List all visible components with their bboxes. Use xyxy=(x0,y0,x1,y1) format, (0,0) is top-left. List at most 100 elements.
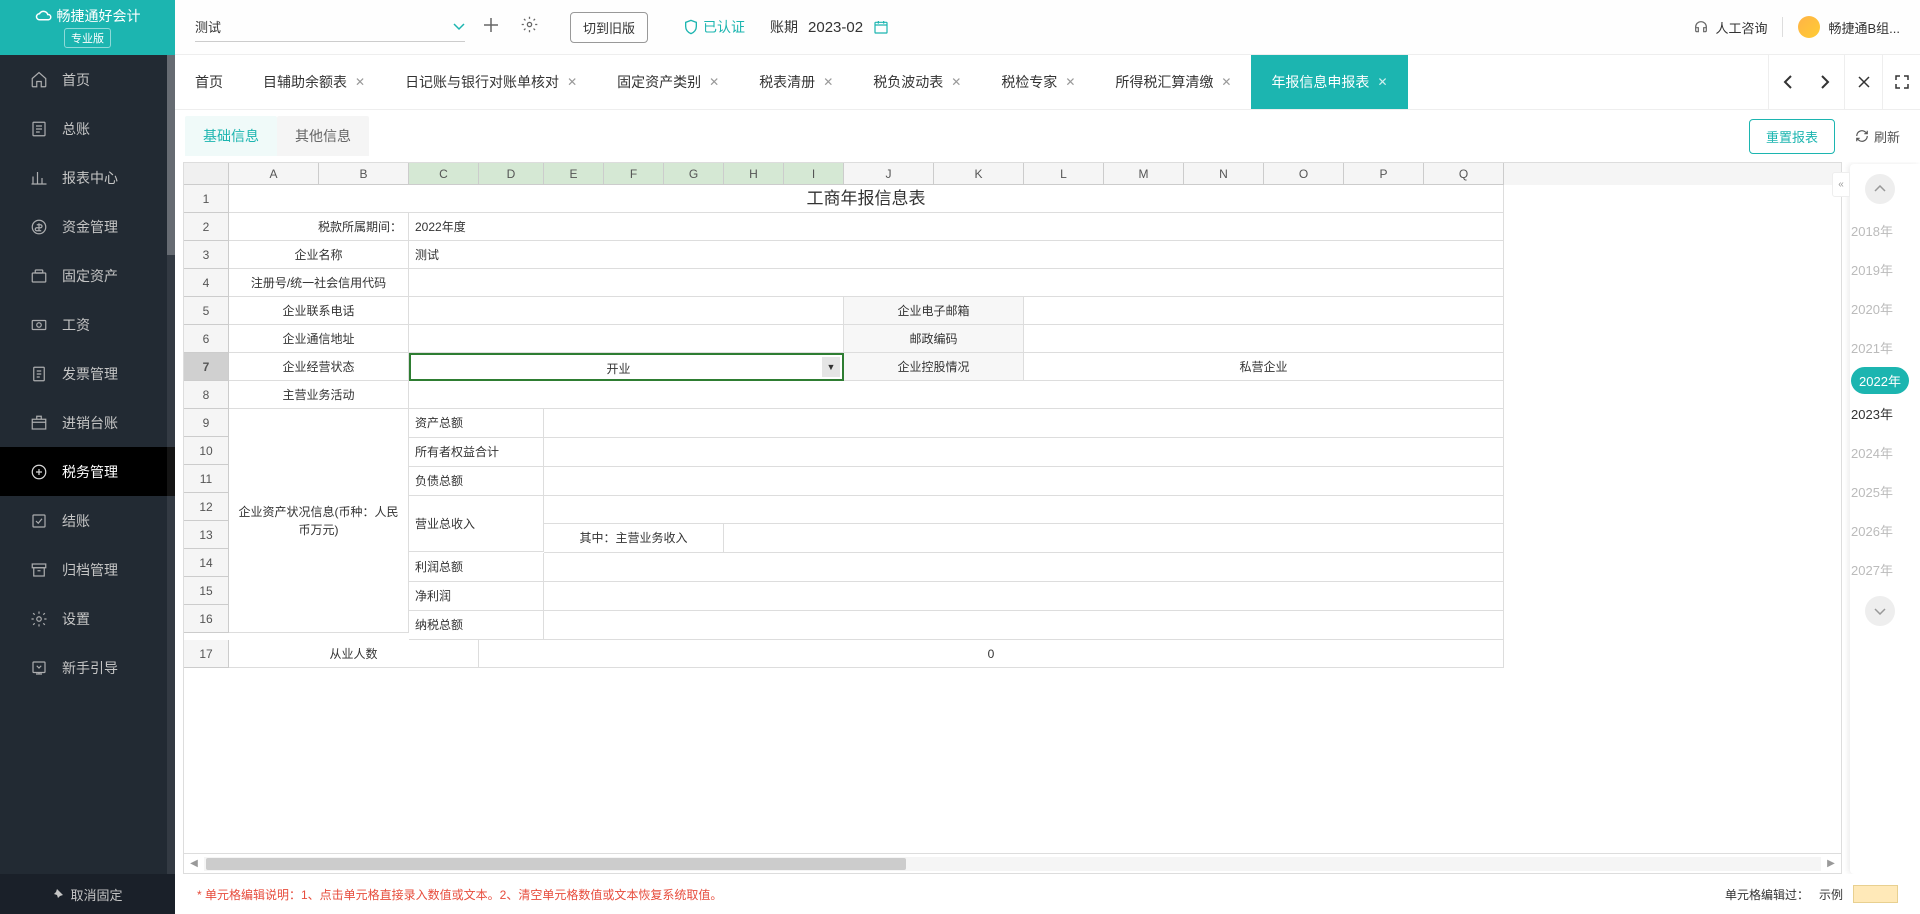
subtab-other[interactable]: 其他信息 xyxy=(277,116,369,156)
org-selector[interactable]: 测试 xyxy=(195,12,465,42)
close-icon[interactable]: ✕ xyxy=(567,75,577,89)
tab-5[interactable]: 税负波动表✕ xyxy=(853,55,981,109)
row-header-17[interactable]: 17 xyxy=(184,640,229,668)
tab-0[interactable]: 首页 xyxy=(175,55,243,109)
close-icon[interactable]: ✕ xyxy=(709,75,719,89)
close-icon[interactable]: ✕ xyxy=(951,75,961,89)
year-2027年[interactable]: 2027年 xyxy=(1851,550,1909,589)
col-header-K[interactable]: K xyxy=(934,163,1024,185)
main-biz-value[interactable] xyxy=(409,381,1504,409)
add-icon[interactable] xyxy=(483,17,499,38)
year-2019年[interactable]: 2019年 xyxy=(1851,250,1909,289)
sidebar-item-home[interactable]: 首页 xyxy=(0,55,175,104)
col-header-B[interactable]: B xyxy=(319,163,409,185)
year-2021年[interactable]: 2021年 xyxy=(1851,328,1909,367)
dropdown-icon[interactable]: ▼ xyxy=(822,357,840,377)
row-header-5[interactable]: 5 xyxy=(184,297,229,325)
tabs-prev[interactable] xyxy=(1768,55,1806,109)
status-value[interactable]: 开业▼ xyxy=(409,353,844,381)
equity-value[interactable] xyxy=(544,438,1504,467)
col-header-F[interactable]: F xyxy=(604,163,664,185)
sidebar-item-close[interactable]: 结账 xyxy=(0,496,175,545)
user-menu[interactable]: 畅捷通B组... xyxy=(1798,16,1900,38)
calendar-icon[interactable] xyxy=(873,19,889,35)
sidebar-scrollbar[interactable] xyxy=(167,55,175,914)
hscroll-left[interactable]: ◀ xyxy=(184,858,204,869)
year-down[interactable] xyxy=(1865,596,1895,626)
year-2024年[interactable]: 2024年 xyxy=(1851,433,1909,472)
gear-icon[interactable] xyxy=(521,16,538,38)
row-header-8[interactable]: 8 xyxy=(184,381,229,409)
col-header-A[interactable]: A xyxy=(229,163,319,185)
sheet-body[interactable]: 1工商年报信息表2税款所属期间：2022年度3企业名称测试4注册号/统一社会信用… xyxy=(184,185,1841,853)
company-name-value[interactable]: 测试 xyxy=(409,241,1504,269)
sidebar-item-tax[interactable]: 税务管理 xyxy=(0,447,175,496)
tab-7[interactable]: 所得税汇算清缴✕ xyxy=(1095,55,1251,109)
tax-value[interactable] xyxy=(544,611,1504,640)
subtab-basic[interactable]: 基础信息 xyxy=(185,116,277,156)
tab-2[interactable]: 日记账与银行对账单核对✕ xyxy=(385,55,597,109)
col-header-I[interactable]: I xyxy=(784,163,844,185)
profit-value[interactable] xyxy=(544,553,1504,582)
sidebar-item-invoice[interactable]: 发票管理 xyxy=(0,349,175,398)
hscroll[interactable]: ◀ ▶ xyxy=(184,853,1841,873)
col-header-L[interactable]: L xyxy=(1024,163,1104,185)
sidebar-item-inventory[interactable]: 进销台账 xyxy=(0,398,175,447)
col-header-E[interactable]: E xyxy=(544,163,604,185)
refresh-button[interactable]: 刷新 xyxy=(1855,127,1900,146)
year-2025年[interactable]: 2025年 xyxy=(1851,472,1909,511)
sidebar-item-ledger[interactable]: 总账 xyxy=(0,104,175,153)
close-icon[interactable]: ✕ xyxy=(1221,75,1231,89)
tabs-next[interactable] xyxy=(1806,55,1844,109)
row-header-15[interactable]: 15 xyxy=(184,577,229,605)
row-header-2[interactable]: 2 xyxy=(184,213,229,241)
col-header-Q[interactable]: Q xyxy=(1424,163,1504,185)
sidebar-item-fund[interactable]: 资金管理 xyxy=(0,202,175,251)
tabs-close[interactable] xyxy=(1844,55,1882,109)
tab-3[interactable]: 固定资产类别✕ xyxy=(597,55,739,109)
col-header-M[interactable]: M xyxy=(1104,163,1184,185)
sidebar-item-guide[interactable]: 新手引导 xyxy=(0,643,175,692)
reg-code-value[interactable] xyxy=(409,269,1504,297)
year-2023年[interactable]: 2023年 xyxy=(1851,394,1909,433)
main-revenue-value[interactable] xyxy=(724,524,1504,553)
row-header-6[interactable]: 6 xyxy=(184,325,229,353)
col-header-D[interactable]: D xyxy=(479,163,544,185)
liability-value[interactable] xyxy=(544,467,1504,496)
collapse-handle[interactable]: « xyxy=(1832,172,1850,197)
row-header-13[interactable]: 13 xyxy=(184,521,229,549)
col-header-J[interactable]: J xyxy=(844,163,934,185)
tab-6[interactable]: 税检专家✕ xyxy=(981,55,1095,109)
row-header-11[interactable]: 11 xyxy=(184,465,229,493)
sidebar-item-settings[interactable]: 设置 xyxy=(0,594,175,643)
row-header-10[interactable]: 10 xyxy=(184,437,229,465)
tabs-fullscreen[interactable] xyxy=(1882,55,1920,109)
close-icon[interactable]: ✕ xyxy=(1377,75,1387,89)
consult-button[interactable]: 人工咨询 xyxy=(1693,18,1767,37)
sidebar-item-chart[interactable]: 报表中心 xyxy=(0,153,175,202)
sidebar-item-salary[interactable]: 工资 xyxy=(0,300,175,349)
year-2018年[interactable]: 2018年 xyxy=(1851,211,1909,250)
row-header-12[interactable]: 12 xyxy=(184,493,229,521)
holding-value[interactable]: 私营企业 xyxy=(1024,353,1504,381)
tab-4[interactable]: 税表清册✕ xyxy=(739,55,853,109)
col-header-N[interactable]: N xyxy=(1184,163,1264,185)
tab-1[interactable]: 目辅助余额表✕ xyxy=(243,55,385,109)
sidebar-item-asset[interactable]: 固定资产 xyxy=(0,251,175,300)
switch-old-button[interactable]: 切到旧版 xyxy=(570,12,648,43)
col-header-O[interactable]: O xyxy=(1264,163,1344,185)
close-icon[interactable]: ✕ xyxy=(1065,75,1075,89)
pin-toggle[interactable]: 取消固定 xyxy=(0,874,175,914)
total-assets-value[interactable] xyxy=(544,409,1504,438)
close-icon[interactable]: ✕ xyxy=(355,75,365,89)
row-header-1[interactable]: 1 xyxy=(184,185,229,213)
year-2020年[interactable]: 2020年 xyxy=(1851,289,1909,328)
phone-value[interactable] xyxy=(409,297,844,325)
row-header-16[interactable]: 16 xyxy=(184,605,229,633)
year-up[interactable] xyxy=(1865,174,1895,204)
row-header-7[interactable]: 7 xyxy=(184,353,229,381)
col-header-G[interactable]: G xyxy=(664,163,724,185)
sidebar-item-archive[interactable]: 归档管理 xyxy=(0,545,175,594)
netprofit-value[interactable] xyxy=(544,582,1504,611)
row-header-3[interactable]: 3 xyxy=(184,241,229,269)
